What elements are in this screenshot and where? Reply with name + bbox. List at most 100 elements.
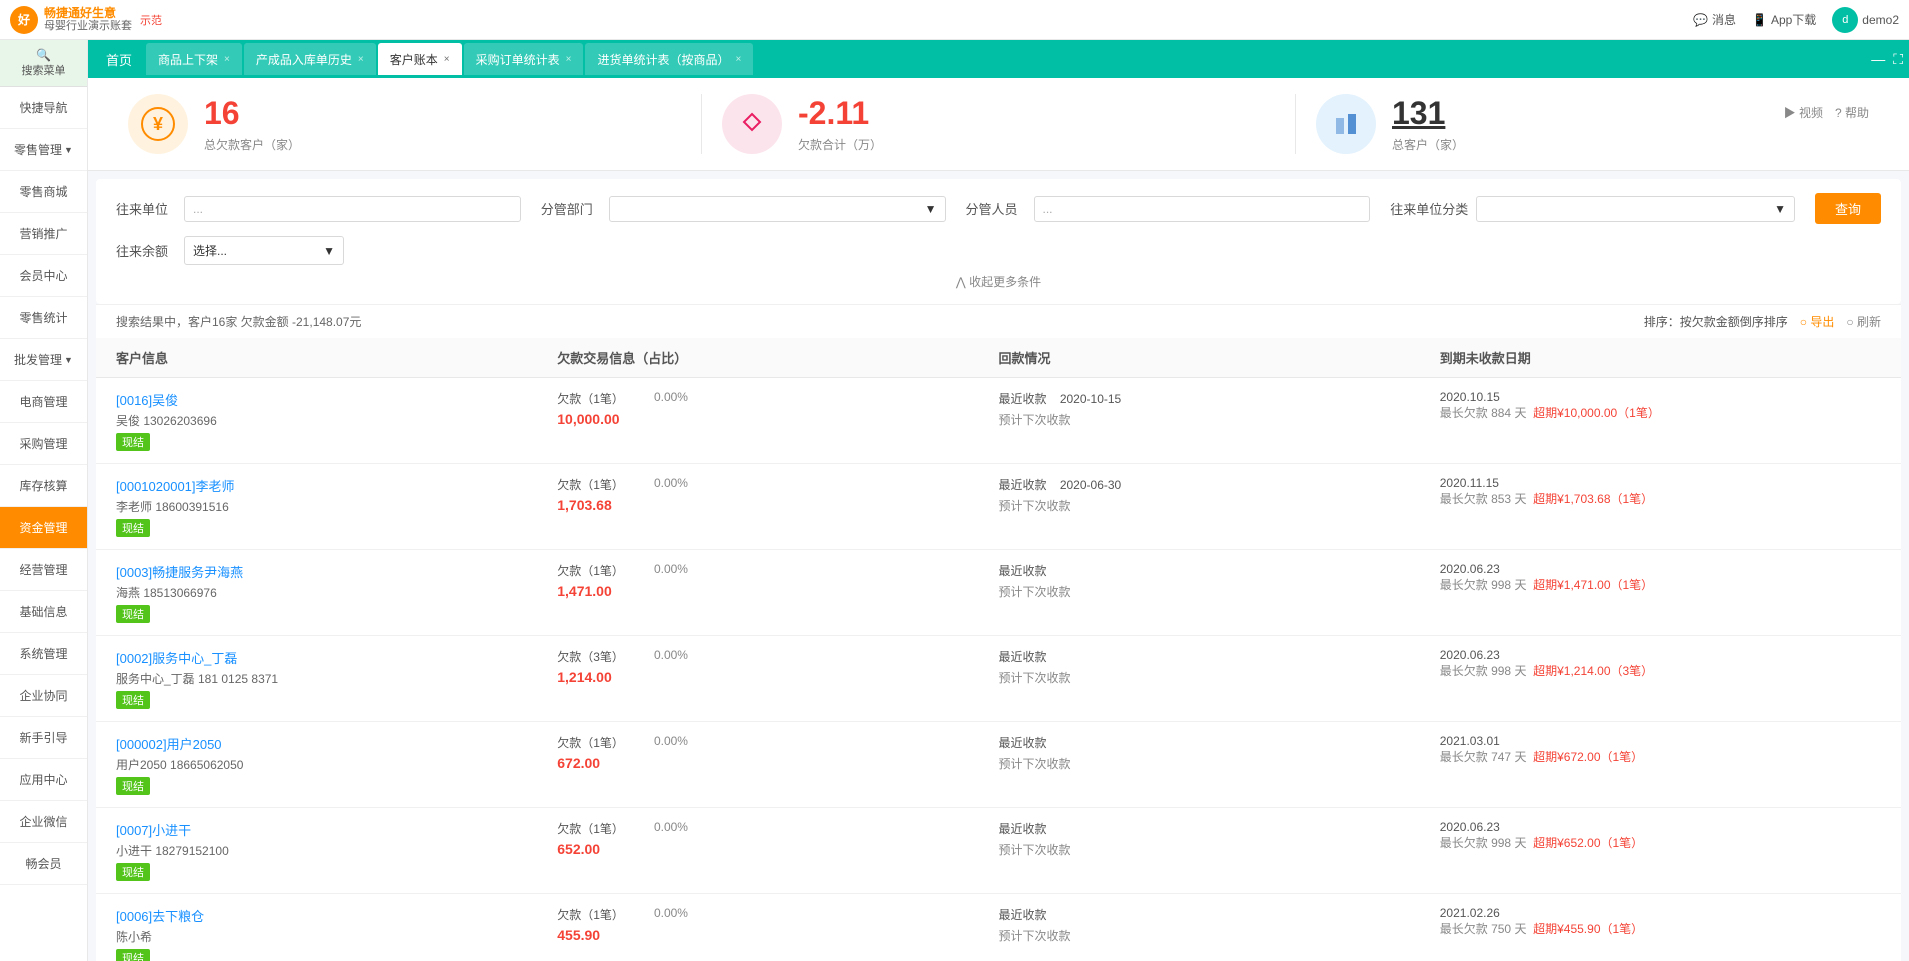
tab-close-icon[interactable]: ×: [224, 54, 230, 65]
top-bar-left: 好 畅捷通好生意 母婴行业演示账套 示范: [10, 6, 162, 34]
sidebar-item-wechat[interactable]: 企业微信: [0, 801, 87, 843]
sidebar-item-retail-stat[interactable]: 零售统计: [0, 297, 87, 339]
table-header: 客户信息 欠款交易信息（占比） 回款情况 到期未收款日期: [96, 338, 1901, 378]
customer-phone-6: 陈小希: [116, 928, 557, 945]
app-download-btn[interactable]: 📱 App下载: [1752, 11, 1816, 28]
export-btn[interactable]: ○ 导出: [1800, 313, 1835, 330]
tab-label: 客户账本: [390, 51, 438, 68]
app-name: 畅捷通好生意: [44, 6, 132, 20]
sort-label[interactable]: 排序：按欠款金额倒序排序: [1644, 313, 1788, 330]
customer-name-6[interactable]: [0006]去下粮仓: [116, 906, 557, 925]
sidebar-item-retail-mall[interactable]: 零售商城: [0, 171, 87, 213]
stat-info-debt: -2.11 欠款合计（万）: [798, 95, 882, 153]
company-name: 母婴行业演示账套: [44, 20, 132, 33]
stat-info-customers: 131 总客户（家）: [1392, 95, 1464, 153]
sidebar-item-system[interactable]: 系统管理: [0, 633, 87, 675]
tab-label: 进货单统计表（按商品）: [597, 51, 729, 68]
sidebar-item-wholesale-mgmt[interactable]: 批发管理 ▼: [0, 339, 87, 381]
customer-name-2[interactable]: [0003]畅捷服务尹海燕: [116, 562, 557, 581]
user-menu[interactable]: d demo2: [1832, 7, 1899, 33]
overdue-link-2[interactable]: 超期¥1,471.00（1笔）: [1533, 578, 1653, 592]
debt-ratio-3: 0.00%: [654, 648, 688, 662]
dept-select[interactable]: ▼: [609, 196, 946, 222]
tab-home[interactable]: 首页: [94, 40, 144, 78]
sidebar-item-purchase[interactable]: 采购管理: [0, 423, 87, 465]
customer-name-4[interactable]: [000002]用户2050: [116, 734, 557, 753]
table-row: [0003]畅捷服务尹海燕 海燕 18513066976 现结 欠款（1笔） 1…: [96, 550, 1901, 636]
overdue-link-5[interactable]: 超期¥652.00（1笔）: [1533, 836, 1643, 850]
sidebar-item-ecommerce[interactable]: 电商管理: [0, 381, 87, 423]
refresh-btn[interactable]: ○ 刷新: [1846, 313, 1881, 330]
sidebar-item-operations[interactable]: 经营管理: [0, 549, 87, 591]
tab-maximize-icon[interactable]: ⛶: [1893, 51, 1903, 68]
search-button[interactable]: 查询: [1815, 193, 1881, 224]
chevron-down-icon-balance: ▼: [323, 244, 335, 258]
next-payment-5: 预计下次收款: [999, 841, 1440, 858]
message-btn[interactable]: 💬 消息: [1693, 11, 1736, 28]
result-summary: 搜索结果中，客户16家 欠款金额 -21,148.07元: [116, 313, 361, 330]
sidebar-item-retail-mgmt[interactable]: 零售管理 ▼: [0, 129, 87, 171]
source-category-select[interactable]: ▼: [1476, 196, 1795, 222]
sidebar-item-marketing[interactable]: 营销推广: [0, 213, 87, 255]
customer-name-1[interactable]: [0001020001]李老师: [116, 476, 557, 495]
overdue-link-6[interactable]: 超期¥455.90（1笔）: [1533, 922, 1643, 936]
video-btn[interactable]: ▶ 视频: [1784, 104, 1823, 121]
stat-value-total-customers: 131: [1392, 95, 1464, 132]
overdue-days-0: 最长欠款 884 天 超期¥10,000.00（1笔）: [1440, 404, 1881, 421]
sidebar-item-basic-info[interactable]: 基础信息: [0, 591, 87, 633]
sidebar-item-guide[interactable]: 新手引导: [0, 717, 87, 759]
sidebar-item-quick-nav[interactable]: 快捷导航: [0, 87, 87, 129]
collapse-row[interactable]: ⋀ 收起更多条件: [116, 269, 1881, 300]
last-payment-5: 最近收款: [999, 820, 1440, 837]
overdue-link-4[interactable]: 超期¥672.00（1笔）: [1533, 750, 1643, 764]
sidebar-item-finance[interactable]: 资金管理: [0, 507, 87, 549]
debt-amount-0: 10,000.00: [557, 411, 624, 427]
recovery-info-4: 最近收款 预计下次收款: [999, 734, 1440, 772]
tab-customer-account[interactable]: 客户账本 ×: [378, 43, 462, 75]
sidebar-item-member2[interactable]: 畅会员: [0, 843, 87, 885]
overdue-date-2: 2020.06.23: [1440, 562, 1881, 576]
overdue-link-3[interactable]: 超期¥1,214.00（3笔）: [1533, 664, 1653, 678]
manager-input[interactable]: ...: [1034, 196, 1371, 222]
tab-close-icon[interactable]: ×: [444, 54, 450, 65]
debt-ratio-1: 0.00%: [654, 476, 688, 490]
tab-close-icon[interactable]: ×: [358, 54, 364, 65]
tab-product-shelf[interactable]: 商品上下架 ×: [146, 43, 242, 75]
customer-name-0[interactable]: [0016]吴俊: [116, 390, 557, 409]
overdue-link-0[interactable]: 超期¥10,000.00（1笔）: [1533, 406, 1660, 420]
debt-count-4: 欠款（1笔）: [557, 734, 624, 751]
search-icon: 🔍: [36, 48, 51, 62]
customer-tag-5: 现结: [116, 863, 150, 881]
export-icon: ○: [1800, 315, 1807, 329]
customer-name-5[interactable]: [0007]小进干: [116, 820, 557, 839]
customer-tag-4: 现结: [116, 777, 150, 795]
tab-purchase-order-stat[interactable]: 采购订单统计表 ×: [464, 43, 584, 75]
collapse-label: 收起更多条件: [969, 275, 1041, 289]
result-actions: 排序：按欠款金额倒序排序 ○ 导出 ○ 刷新: [1644, 313, 1881, 330]
sidebar-item-enterprise-collab[interactable]: 企业协同: [0, 675, 87, 717]
overdue-date-1: 2020.11.15: [1440, 476, 1881, 490]
sidebar-item-member[interactable]: 会员中心: [0, 255, 87, 297]
table-row: [000002]用户2050 用户2050 18665062050 现结 欠款（…: [96, 722, 1901, 808]
overdue-info-3: 2020.06.23 最长欠款 998 天 超期¥1,214.00（3笔）: [1440, 648, 1881, 679]
tab-close-icon[interactable]: ×: [566, 54, 572, 65]
tab-inbound-stat[interactable]: 进货单统计表（按商品） ×: [585, 43, 753, 75]
source-unit-input[interactable]: ...: [184, 196, 521, 222]
stats-row: ¥ 16 总欠款客户（家） -2.11 欠款合计（万）: [88, 78, 1909, 171]
sidebar-item-inventory[interactable]: 库存核算: [0, 465, 87, 507]
customer-info-1: [0001020001]李老师 李老师 18600391516 现结: [116, 476, 557, 537]
tab-minimize-icon[interactable]: —: [1871, 51, 1885, 68]
overdue-link-1[interactable]: 超期¥1,703.68（1笔）: [1533, 492, 1653, 506]
customer-info-0: [0016]吴俊 吴俊 13026203696 现结: [116, 390, 557, 451]
customer-name-3[interactable]: [0002]服务中心_丁磊: [116, 648, 557, 667]
sidebar-search[interactable]: 🔍 搜索菜单: [0, 40, 87, 87]
sidebar-item-app-center[interactable]: 应用中心: [0, 759, 87, 801]
top-bar-right: 💬 消息 📱 App下载 d demo2: [1693, 7, 1899, 33]
next-payment-2: 预计下次收款: [999, 583, 1440, 600]
balance-select[interactable]: 选择... ▼: [184, 236, 344, 265]
tab-close-icon[interactable]: ×: [735, 54, 741, 65]
help-btn[interactable]: ? 帮助: [1835, 104, 1869, 121]
demo-tag: 示范: [140, 12, 162, 28]
tab-production-history[interactable]: 产成品入库单历史 ×: [244, 43, 376, 75]
col-header-customer: 客户信息: [116, 348, 557, 367]
